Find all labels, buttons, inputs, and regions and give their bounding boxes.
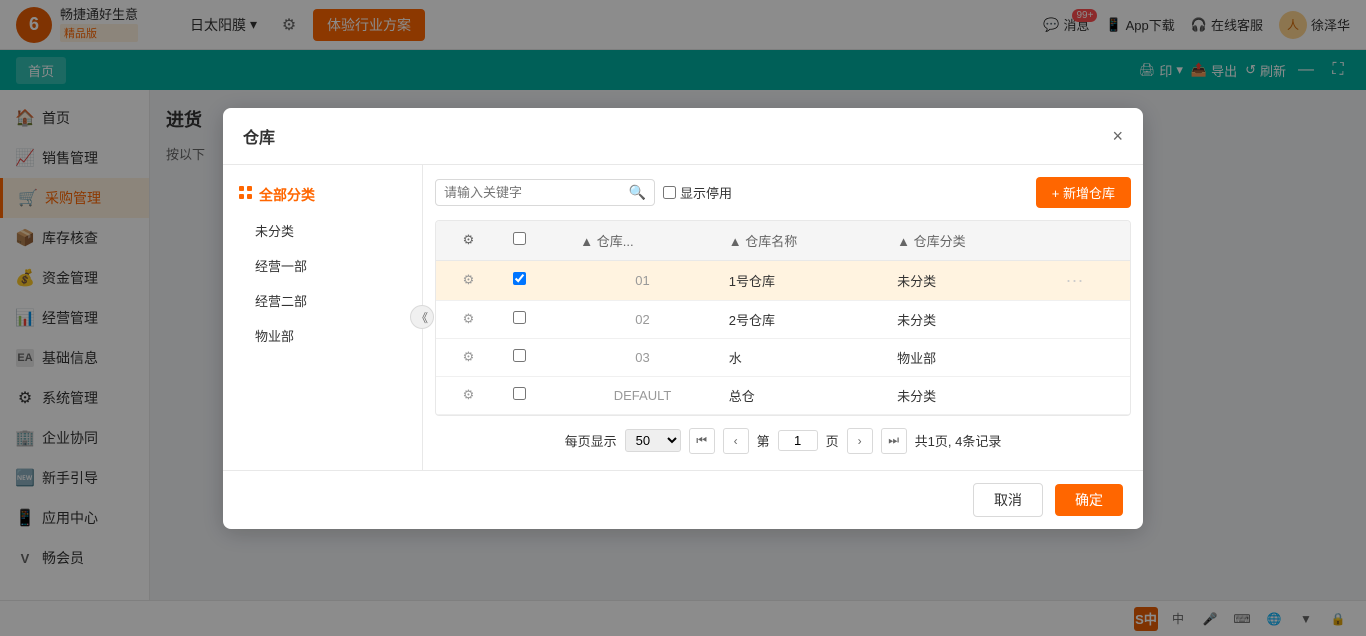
next-page-button[interactable]: ›	[847, 428, 873, 454]
warehouse-name: 1号仓库	[717, 260, 885, 300]
category-item-property[interactable]: 物业部	[223, 318, 422, 353]
th-more	[1054, 221, 1130, 261]
checkbox-cell	[501, 376, 568, 414]
warehouse-table: ⚙ ▲ 仓库... ▲ 仓库名称	[435, 220, 1131, 416]
warehouse-name: 2号仓库	[717, 300, 885, 338]
search-input[interactable]	[444, 185, 625, 200]
th-checkbox	[501, 221, 568, 261]
table-row[interactable]: ⚙ 03 水 物业部	[436, 338, 1130, 376]
page-size-select[interactable]: 50 100	[625, 429, 681, 452]
row-num: DEFAULT	[568, 376, 717, 414]
row-more	[1054, 376, 1130, 414]
table-body: ⚙ 01 1号仓库 未分类 ··· ⚙ 02 2号仓库 未分类	[436, 260, 1130, 414]
settings-cell: ⚙	[436, 300, 501, 338]
row-settings-icon[interactable]: ⚙	[448, 311, 489, 327]
settings-cell: ⚙	[436, 260, 501, 300]
search-bar: 🔍 显示停用 + 新增仓库	[435, 177, 1131, 208]
row-settings-icon[interactable]: ⚙	[448, 387, 489, 403]
show-disabled-label[interactable]: 显示停用	[663, 183, 732, 202]
table-header-row: ⚙ ▲ 仓库... ▲ 仓库名称	[436, 221, 1130, 261]
grid-icon	[239, 186, 253, 203]
row-checkbox[interactable]	[513, 349, 526, 362]
warehouse-category: 未分类	[885, 376, 1053, 414]
show-disabled-checkbox[interactable]	[663, 186, 676, 199]
search-input-wrap: 🔍	[435, 179, 655, 206]
close-icon[interactable]: ×	[1112, 127, 1123, 145]
table-row[interactable]: ⚙ 01 1号仓库 未分类 ···	[436, 260, 1130, 300]
warehouse-category: 物业部	[885, 338, 1053, 376]
category-item-ops2[interactable]: 经营二部	[223, 283, 422, 318]
last-page-button[interactable]: ⏭	[881, 428, 907, 454]
select-all-checkbox[interactable]	[513, 232, 526, 245]
category-panel: 《 全部分类 未分类 经营一部 经营二部 物业部	[223, 165, 423, 470]
category-item-ops1[interactable]: 经营一部	[223, 248, 422, 283]
row-checkbox[interactable]	[513, 387, 526, 400]
search-icon: 🔍	[629, 184, 646, 201]
panel-collapse-button[interactable]: 《	[410, 305, 434, 329]
category-header[interactable]: 全部分类	[223, 177, 422, 213]
settings-cell: ⚙	[436, 338, 501, 376]
table-row[interactable]: ⚙ DEFAULT 总仓 未分类	[436, 376, 1130, 414]
warehouse-category: 未分类	[885, 260, 1053, 300]
warehouse-category: 未分类	[885, 300, 1053, 338]
row-more	[1054, 300, 1130, 338]
confirm-button[interactable]: 确定	[1055, 484, 1123, 516]
warehouse-dialog: 仓库 × 《 全部分类	[223, 108, 1143, 529]
add-warehouse-button[interactable]: + 新增仓库	[1036, 177, 1131, 208]
cancel-button[interactable]: 取消	[973, 483, 1043, 517]
table: ⚙ ▲ 仓库... ▲ 仓库名称	[436, 221, 1130, 415]
checkbox-cell	[501, 260, 568, 300]
warehouse-name: 水	[717, 338, 885, 376]
pagination: 每页显示 50 100 ⏮ ‹ 第 页 › ⏭ 共1页, 4条记录	[435, 416, 1131, 458]
th-name[interactable]: ▲ 仓库名称	[717, 221, 885, 261]
row-settings-icon[interactable]: ⚙	[448, 272, 489, 288]
table-row[interactable]: ⚙ 02 2号仓库 未分类	[436, 300, 1130, 338]
row-checkbox[interactable]	[513, 311, 526, 324]
category-item-unclassified[interactable]: 未分类	[223, 213, 422, 248]
row-num: 03	[568, 338, 717, 376]
page-number-input[interactable]	[778, 430, 818, 451]
dialog-footer: 取消 确定	[223, 470, 1143, 529]
checkbox-cell	[501, 300, 568, 338]
row-checkbox[interactable]	[513, 272, 526, 285]
row-settings-icon[interactable]: ⚙	[448, 349, 489, 365]
th-settings: ⚙	[436, 221, 501, 261]
settings-cell: ⚙	[436, 376, 501, 414]
checkbox-cell	[501, 338, 568, 376]
dialog-header: 仓库 ×	[223, 108, 1143, 165]
row-more: ···	[1054, 260, 1130, 300]
warehouse-name: 总仓	[717, 376, 885, 414]
th-code[interactable]: ▲ 仓库...	[568, 221, 717, 261]
dialog-title: 仓库	[243, 124, 275, 148]
more-icon[interactable]: ···	[1066, 270, 1084, 290]
row-more	[1054, 338, 1130, 376]
row-num: 02	[568, 300, 717, 338]
first-page-button[interactable]: ⏮	[689, 428, 715, 454]
row-num: 01	[568, 260, 717, 300]
modal-overlay: 仓库 × 《 全部分类	[0, 0, 1366, 636]
dialog-body: 《 全部分类 未分类 经营一部 经营二部 物业部	[223, 165, 1143, 470]
right-panel: 🔍 显示停用 + 新增仓库 ⚙	[423, 165, 1143, 470]
prev-page-button[interactable]: ‹	[723, 428, 749, 454]
th-category[interactable]: ▲ 仓库分类	[885, 221, 1053, 261]
